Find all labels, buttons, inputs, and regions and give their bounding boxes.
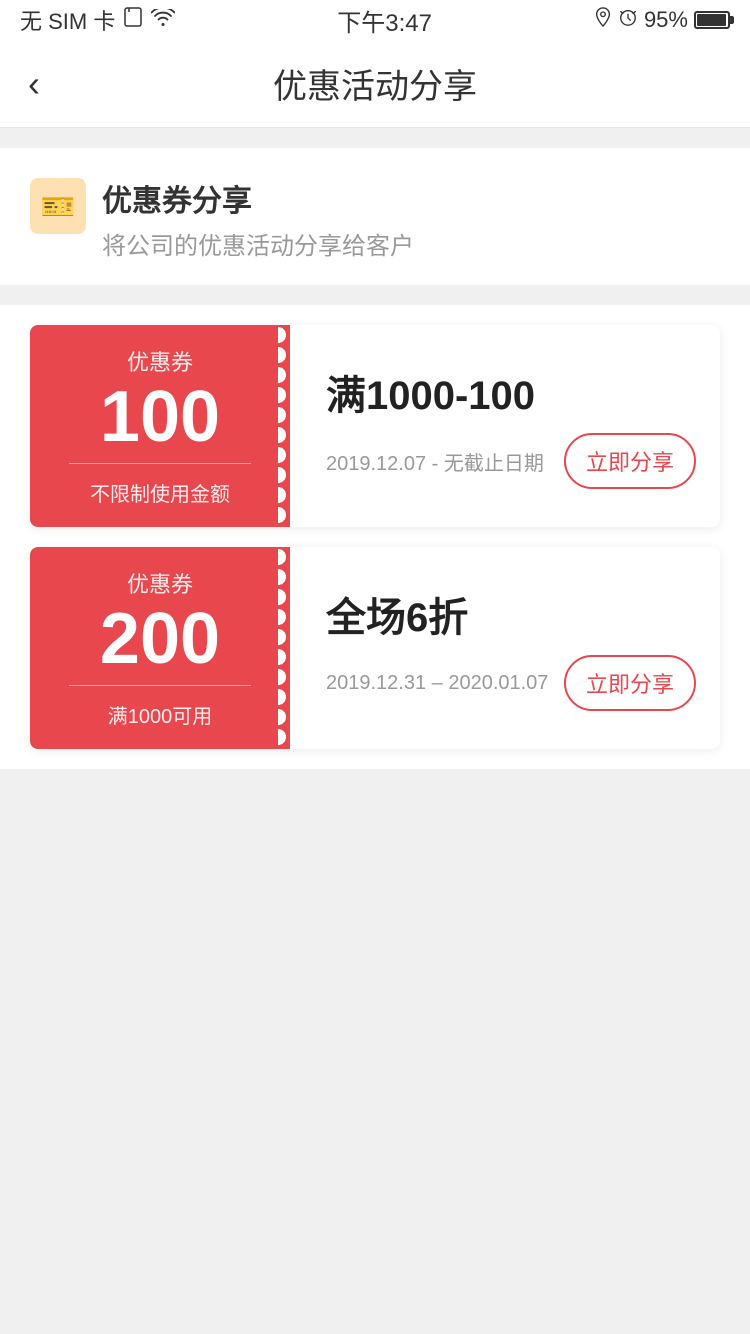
- status-right: 95%: [594, 7, 730, 33]
- coupon-label-1: 优惠券: [127, 345, 193, 377]
- coupon-label-2: 优惠券: [127, 567, 193, 599]
- coupon-share-button-1[interactable]: 立即分享: [564, 433, 696, 489]
- coupon-right-1: 满1000-100 2019.12.07 - 无截止日期 立即分享: [290, 325, 720, 527]
- nav-bar: ‹ 优惠活动分享: [0, 40, 750, 128]
- section-text-block: 优惠券分享 将公司的优惠活动分享给客户: [102, 176, 414, 261]
- coupon-divider-1: [69, 463, 251, 464]
- section-header: 🎫 优惠券分享 将公司的优惠活动分享给客户: [0, 148, 750, 285]
- coupon-share-button-2[interactable]: 立即分享: [564, 655, 696, 711]
- coupon-name-1: 满1000-100: [326, 363, 696, 421]
- section-icon: 🎫: [30, 178, 86, 234]
- coupon-date-2: 2019.12.31 – 2020.01.07: [326, 672, 552, 695]
- section-title: 优惠券分享: [102, 176, 414, 220]
- status-time: 下午3:47: [337, 3, 432, 38]
- coupon-amount-2: 200: [100, 603, 220, 675]
- coupon-right-2: 全场6折 2019.12.31 – 2020.01.07 立即分享: [290, 547, 720, 749]
- coupon-divider-2: [69, 685, 251, 686]
- nav-title: 优惠活动分享: [273, 59, 477, 108]
- wifi-icon: [151, 7, 175, 33]
- coupon-list: 优惠券 100 不限制使用金额 满1000-100 2019.12.07 - 无…: [0, 305, 750, 769]
- back-button[interactable]: ‹: [28, 63, 40, 105]
- location-icon: [594, 7, 612, 33]
- alarm-icon: [618, 7, 638, 33]
- battery-icon: [694, 11, 730, 29]
- coupon-condition-1: 不限制使用金额: [90, 478, 230, 507]
- coupon-left-1: 优惠券 100 不限制使用金额: [30, 325, 290, 527]
- status-left: 无 SIM 卡: [20, 4, 175, 36]
- coupon-meta-row-2: 2019.12.31 – 2020.01.07 立即分享: [326, 655, 696, 711]
- coupon-date-1: 2019.12.07 - 无截止日期: [326, 447, 552, 476]
- section-subtitle: 将公司的优惠活动分享给客户: [102, 226, 414, 261]
- coupon-left-2: 优惠券 200 满1000可用: [30, 547, 290, 749]
- coupon-meta-row-1: 2019.12.07 - 无截止日期 立即分享: [326, 433, 696, 489]
- coupon-condition-2: 满1000可用: [108, 700, 213, 729]
- status-bar: 无 SIM 卡 下午3:47: [0, 0, 750, 40]
- coupon-card-1: 优惠券 100 不限制使用金额 满1000-100 2019.12.07 - 无…: [30, 325, 720, 527]
- sim-icon: [123, 7, 143, 33]
- coupon-amount-1: 100: [100, 381, 220, 453]
- battery-percent: 95%: [644, 7, 688, 33]
- coupon-card-2: 优惠券 200 满1000可用 全场6折 2019.12.31 – 2020.0…: [30, 547, 720, 749]
- carrier-text: 无 SIM 卡: [20, 4, 115, 36]
- coupon-name-2: 全场6折: [326, 585, 696, 643]
